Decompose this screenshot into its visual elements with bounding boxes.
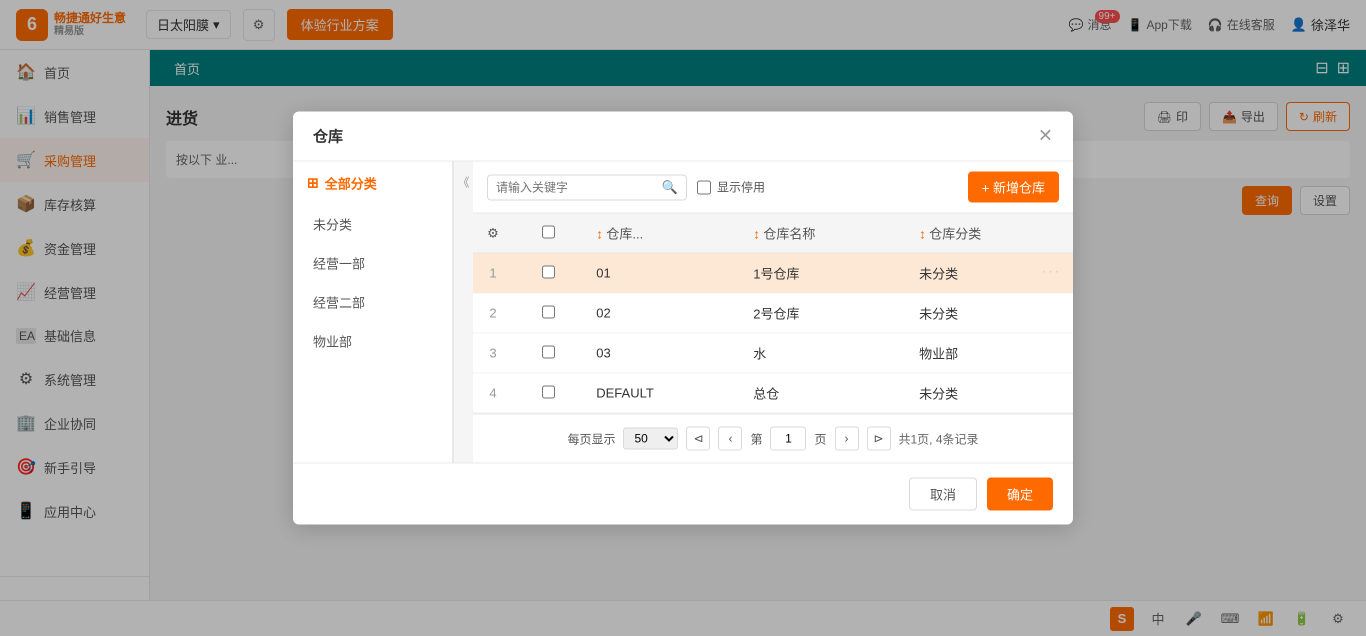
row-category: 物业部 (907, 333, 1073, 373)
row-code: 02 (584, 293, 741, 333)
col-code: ↕ 仓库... (584, 214, 741, 254)
per-page-select[interactable]: 50 100 200 (623, 428, 678, 450)
col-name-label: 仓库名称 (763, 227, 815, 242)
gear-icon: ⚙ (487, 225, 499, 240)
row-check (513, 333, 584, 373)
prev-page-button[interactable]: ‹ (718, 427, 742, 451)
category-all-header[interactable]: ⊞ 全部分类 (293, 162, 452, 205)
row-gear: 4 (473, 373, 513, 413)
category-item-uncategorized[interactable]: 未分类 (293, 205, 452, 244)
last-page-button[interactable]: ⊳ (867, 427, 891, 451)
col-category-label: 仓库分类 (929, 227, 981, 242)
collapse-icon: 《 (457, 174, 469, 191)
table-header-row: ⚙ ↕ 仓库... ↕ 仓库名称 (473, 214, 1073, 254)
modal-close-button[interactable]: ✕ (1038, 126, 1053, 147)
row-category: 未分类 ··· (907, 253, 1073, 293)
category-panel: ⊞ 全部分类 未分类 经营一部 经营二部 物业部 (293, 162, 453, 463)
pagination: 每页显示 50 100 200 ⊲ ‹ 第 页 › ⊳ 共1页, 4条记录 (473, 414, 1073, 463)
category-item-dept1[interactable]: 经营一部 (293, 244, 452, 283)
col-category: ↕ 仓库分类 (907, 214, 1073, 254)
per-page-label: 每页显示 (567, 430, 615, 447)
row-name: 水 (741, 333, 907, 373)
col-name: ↕ 仓库名称 (741, 214, 907, 254)
grid-icon: ⊞ (307, 175, 319, 192)
select-all-checkbox[interactable] (542, 225, 555, 238)
warehouse-table-wrapper: ⚙ ↕ 仓库... ↕ 仓库名称 (473, 214, 1073, 414)
row-code: 01 (584, 253, 741, 293)
row-checkbox[interactable] (542, 305, 555, 318)
next-page-button[interactable]: › (835, 427, 859, 451)
category-item-dept2[interactable]: 经营二部 (293, 283, 452, 322)
modal-body: ⊞ 全部分类 未分类 经营一部 经营二部 物业部 《 (293, 162, 1073, 463)
table-body: 1 01 1号仓库 未分类 ··· 2 (473, 253, 1073, 413)
panel-collapse-button[interactable]: 《 (453, 162, 473, 463)
row-check (513, 293, 584, 333)
category-label: 经营一部 (313, 257, 365, 272)
show-disabled-label: 显示停用 (717, 179, 765, 196)
col-gear: ⚙ (473, 214, 513, 254)
row-name: 2号仓库 (741, 293, 907, 333)
category-label: 物业部 (313, 335, 352, 350)
category-label: 未分类 (313, 218, 352, 233)
table-row[interactable]: 2 02 2号仓库 未分类 (473, 293, 1073, 333)
col-code-label: 仓库... (606, 227, 643, 242)
row-checkbox[interactable] (542, 345, 555, 358)
table-row[interactable]: 3 03 水 物业部 (473, 333, 1073, 373)
page-unit: 页 (814, 430, 826, 447)
row-code: DEFAULT (584, 373, 741, 413)
row-gear: 2 (473, 293, 513, 333)
search-input[interactable] (496, 180, 656, 194)
search-box: 🔍 (487, 174, 687, 200)
total-info: 共1页, 4条记录 (899, 430, 979, 447)
modal-header: 仓库 ✕ (293, 112, 1073, 162)
row-more-button[interactable]: ··· (1042, 264, 1061, 279)
warehouse-modal: 仓库 ✕ ⊞ 全部分类 未分类 经营一部 经营二部 物业部 《 (293, 112, 1073, 525)
page-label: 第 (750, 430, 762, 447)
search-icon[interactable]: 🔍 (662, 179, 678, 195)
row-check (513, 373, 584, 413)
row-name: 总仓 (741, 373, 907, 413)
row-checkbox[interactable] (542, 265, 555, 278)
sort-icon2: ↕ (753, 227, 760, 242)
modal-footer: 取消 确定 (293, 463, 1073, 525)
category-label: 经营二部 (313, 296, 365, 311)
row-category: 未分类 (907, 373, 1073, 413)
show-disabled-area: 显示停用 (697, 179, 765, 196)
page-number-input[interactable] (770, 427, 806, 451)
col-check (513, 214, 584, 254)
row-category: 未分类 (907, 293, 1073, 333)
warehouse-list-panel: 🔍 显示停用 + 新增仓库 ⚙ (473, 162, 1073, 463)
first-page-button[interactable]: ⊲ (686, 427, 710, 451)
row-checkbox[interactable] (542, 385, 555, 398)
list-toolbar: 🔍 显示停用 + 新增仓库 (473, 162, 1073, 214)
category-all-label: 全部分类 (325, 174, 377, 193)
category-item-property[interactable]: 物业部 (293, 322, 452, 361)
row-gear: 3 (473, 333, 513, 373)
warehouse-table: ⚙ ↕ 仓库... ↕ 仓库名称 (473, 214, 1073, 414)
table-row[interactable]: 1 01 1号仓库 未分类 ··· (473, 253, 1073, 293)
add-warehouse-button[interactable]: + 新增仓库 (968, 172, 1059, 203)
modal-title: 仓库 (313, 126, 343, 147)
row-gear: 1 (473, 253, 513, 293)
confirm-button[interactable]: 确定 (987, 478, 1053, 511)
row-check (513, 253, 584, 293)
sort-icon3: ↕ (919, 227, 926, 242)
row-code: 03 (584, 333, 741, 373)
table-row[interactable]: 4 DEFAULT 总仓 未分类 (473, 373, 1073, 413)
cancel-button[interactable]: 取消 (909, 478, 977, 511)
row-name: 1号仓库 (741, 253, 907, 293)
sort-icon: ↕ (596, 227, 603, 242)
show-disabled-checkbox[interactable] (697, 180, 711, 194)
